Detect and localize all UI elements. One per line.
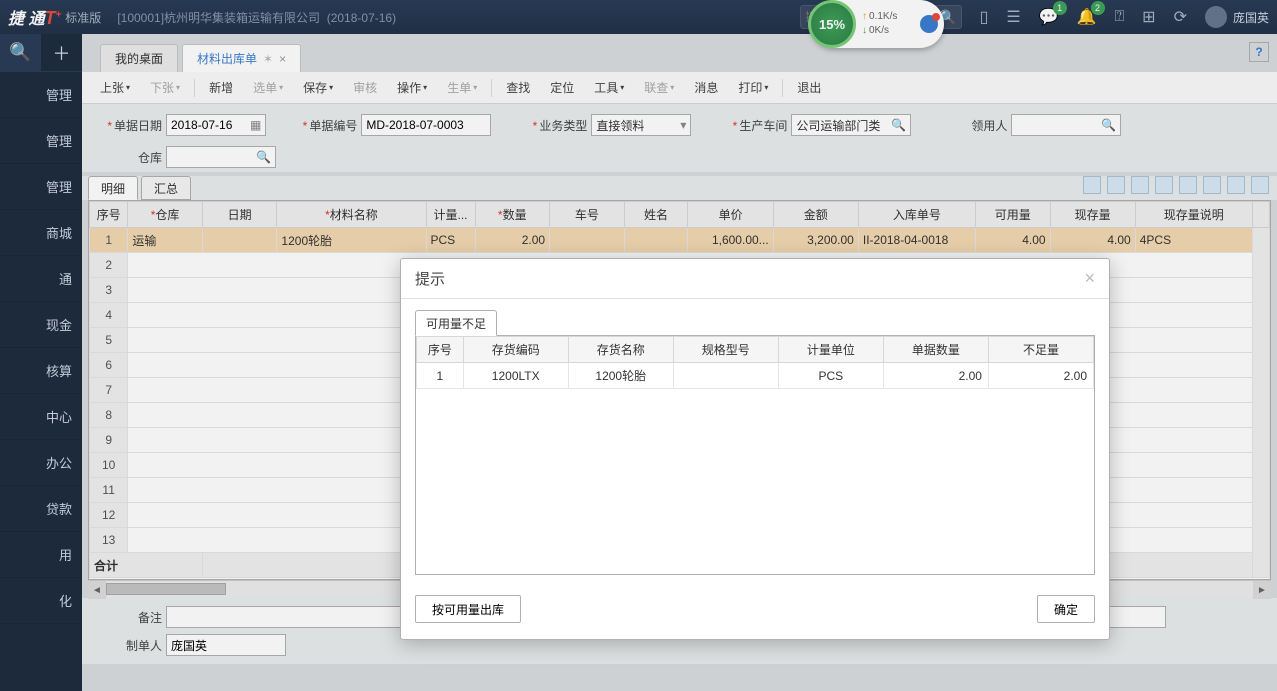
dialog-title: 提示 — [415, 268, 445, 289]
ok-button[interactable]: 确定 — [1037, 595, 1095, 623]
shortage-row[interactable]: 1 1200LTX 1200轮胎 PCS 2.00 2.00 — [417, 363, 1094, 389]
out-by-available-button[interactable]: 按可用量出库 — [415, 595, 521, 623]
shortage-grid[interactable]: 序号 存货编码 存货名称 规格型号 计量单位 单据数量 不足量 1 1200LT… — [415, 335, 1095, 575]
dialog-close-icon[interactable]: × — [1084, 268, 1095, 289]
prompt-dialog: 提示 × 可用量不足 序号 存货编码 存货名称 规格型号 计量单位 单据数量 不… — [400, 258, 1110, 640]
modal-overlay: 提示 × 可用量不足 序号 存货编码 存货名称 规格型号 计量单位 单据数量 不… — [0, 0, 1277, 691]
dialog-tab-shortage[interactable]: 可用量不足 — [415, 310, 497, 336]
